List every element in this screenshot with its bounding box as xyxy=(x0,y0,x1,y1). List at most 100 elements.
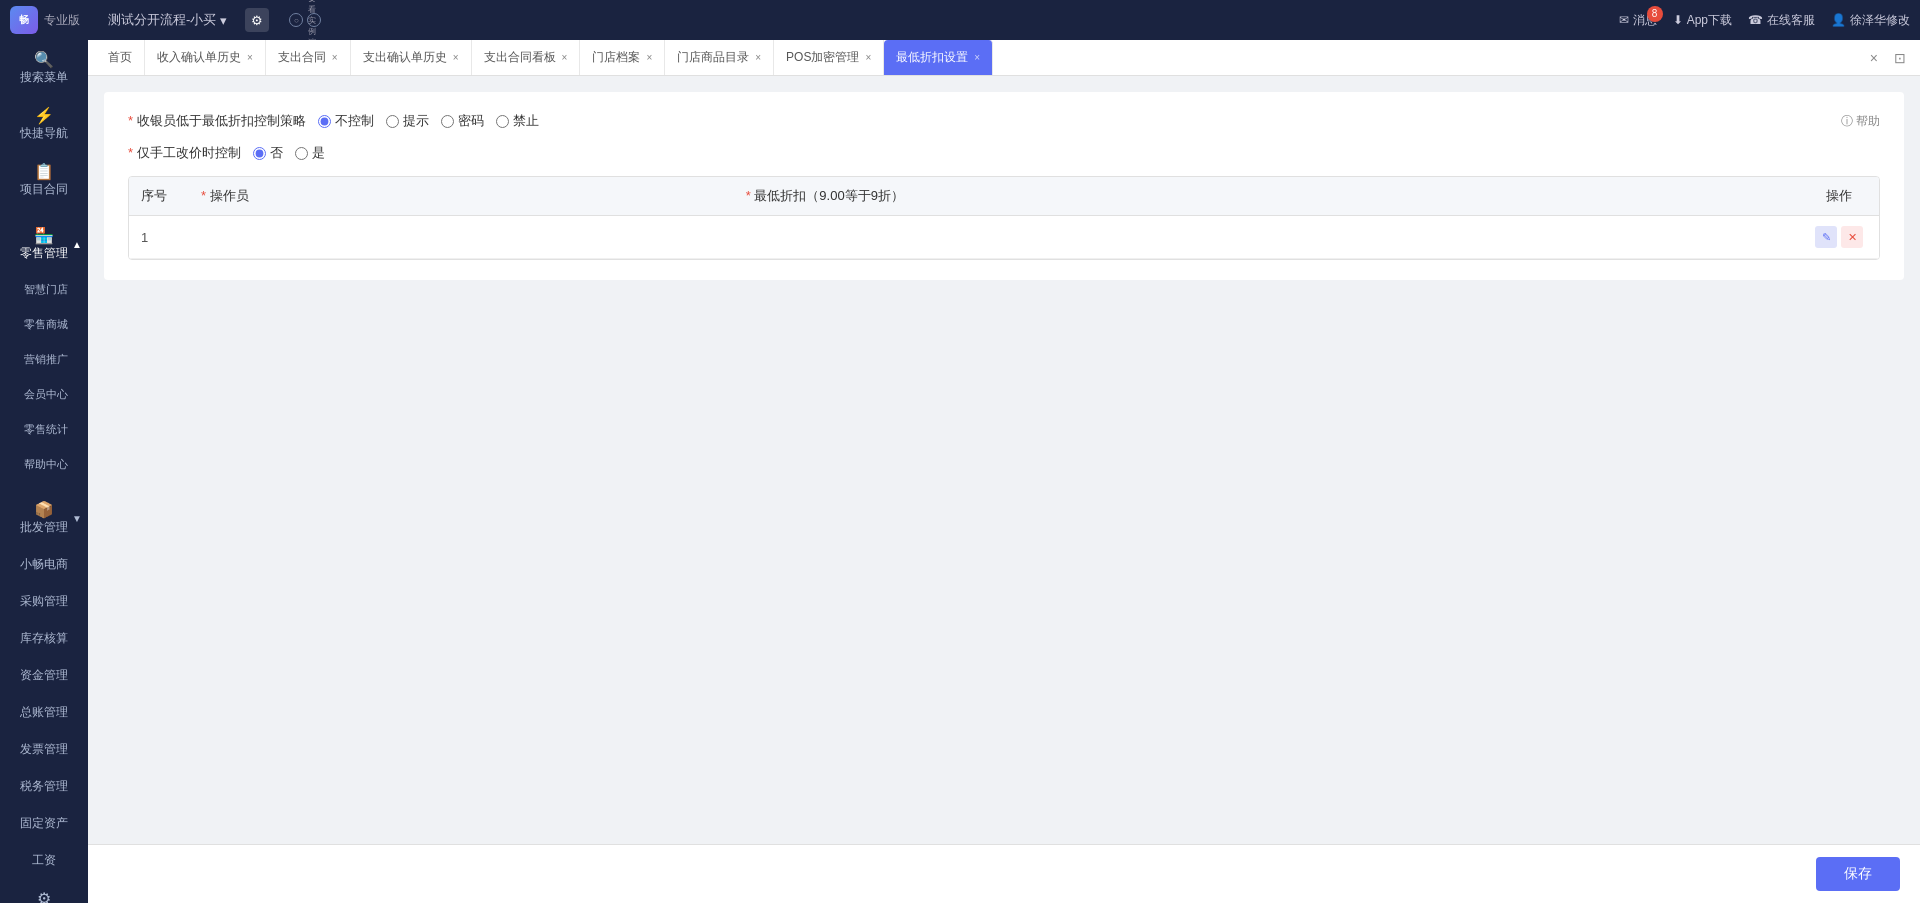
message-badge: 8 xyxy=(1647,6,1663,22)
main-layout: 🔍 搜索菜单 ⚡ 快捷导航 📋 项目合同 🏪 零售管理 ▲ 智慧门店 零售商城 … xyxy=(0,40,1920,903)
sidebar-item-retail-stats[interactable]: 零售统计 xyxy=(0,412,88,447)
tab-close-pay-confirm-history[interactable]: × xyxy=(453,52,459,63)
radio-remind[interactable]: 提示 xyxy=(386,112,429,130)
tab-pos-password[interactable]: POS加密管理 × xyxy=(774,40,884,76)
radio-remind-input[interactable] xyxy=(386,115,399,128)
tab-min-discount[interactable]: 最低折扣设置 × xyxy=(884,40,993,76)
settings-card: 收银员低于最低折扣控制策略 不控制 提示 密码 xyxy=(104,92,1904,280)
sidebar-item-tax[interactable]: 税务管理 xyxy=(0,768,88,805)
row-actions: ✎ ✕ xyxy=(1811,226,1867,248)
tab-pay-contract[interactable]: 支出合同 × xyxy=(266,40,351,76)
page-content: 收银员低于最低折扣控制策略 不控制 提示 密码 xyxy=(88,76,1920,844)
tab-close-store-products[interactable]: × xyxy=(755,52,761,63)
cashier-policy-row: 收银员低于最低折扣控制策略 不控制 提示 密码 xyxy=(128,112,1880,130)
sidebar-item-search[interactable]: 🔍 搜索菜单 xyxy=(0,40,88,96)
col-seq: 序号 xyxy=(129,177,189,215)
radio-forbid-input[interactable] xyxy=(496,115,509,128)
radio-manual-no[interactable]: 否 xyxy=(253,144,283,162)
arrow-icon: ▲ xyxy=(72,239,82,250)
radio-manual-yes[interactable]: 是 xyxy=(295,144,325,162)
sidebar-item-purchase[interactable]: 采购管理 xyxy=(0,583,88,620)
help-button[interactable]: ⓘ 帮助 xyxy=(1841,113,1880,130)
sidebar-item-invoice[interactable]: 发票管理 xyxy=(0,731,88,768)
tab-store-file[interactable]: 门店档案 × xyxy=(580,40,665,76)
service-icon: ☎ xyxy=(1748,13,1763,27)
table-row: 1 ✎ ✕ xyxy=(129,216,1879,259)
search-icon: 🔍 xyxy=(4,50,84,69)
sidebar-item-retail[interactable]: 🏪 零售管理 ▲ xyxy=(0,216,88,272)
col-operator: 操作员 xyxy=(189,177,734,215)
app-version-label: 专业版 xyxy=(44,12,80,29)
manual-price-radio-group: 否 是 xyxy=(253,144,325,162)
radio-manual-yes-input[interactable] xyxy=(295,147,308,160)
tab-store-products[interactable]: 门店商品目录 × xyxy=(665,40,774,76)
user-button[interactable]: 👤 徐泽华修改 xyxy=(1831,12,1910,29)
settings-icon[interactable]: ⚙ xyxy=(245,8,269,32)
tab-home[interactable]: 首页 xyxy=(96,40,145,76)
tab-close-store-file[interactable]: × xyxy=(646,52,652,63)
sidebar-item-marketing[interactable]: 营销推广 xyxy=(0,342,88,377)
tab-income-history[interactable]: 收入确认单历史 × xyxy=(145,40,266,76)
maximize-tab-button[interactable]: ⊡ xyxy=(1888,48,1912,68)
cashier-policy-label: 收银员低于最低折扣控制策略 xyxy=(128,112,306,130)
top-bar-right: ✉ 消息 8 ⬇ App下载 ☎ 在线客服 👤 徐泽华修改 xyxy=(1619,12,1910,29)
row-delete-button[interactable]: ✕ xyxy=(1841,226,1863,248)
sidebar-item-assets[interactable]: 固定资产 xyxy=(0,805,88,842)
demo-link[interactable]: ○ 我要看实例演示 xyxy=(289,13,321,27)
project-selector[interactable]: 测试分开流程-小买 ▾ xyxy=(100,11,235,29)
radio-manual-no-input[interactable] xyxy=(253,147,266,160)
sidebar-item-inventory[interactable]: 库存核算 xyxy=(0,620,88,657)
message-button[interactable]: ✉ 消息 8 xyxy=(1619,12,1657,29)
radio-forbid[interactable]: 禁止 xyxy=(496,112,539,130)
tab-close-income-history[interactable]: × xyxy=(247,52,253,63)
row-edit-button[interactable]: ✎ xyxy=(1815,226,1837,248)
radio-password[interactable]: 密码 xyxy=(441,112,484,130)
cell-min-discount-1 xyxy=(734,227,1799,247)
tab-bar-actions: × ⊡ xyxy=(1864,48,1912,68)
manual-price-label: 仅手工改价时控制 xyxy=(128,144,241,162)
sidebar-item-smart-store[interactable]: 智慧门店 xyxy=(0,272,88,307)
sidebar-item-finance[interactable]: 资金管理 xyxy=(0,657,88,694)
nav-icon: ⚡ xyxy=(4,106,84,125)
radio-none[interactable]: 不控制 xyxy=(318,112,374,130)
sidebar-item-salary[interactable]: 工资 xyxy=(0,842,88,879)
app-logo: 畅 专业版 xyxy=(10,6,90,34)
tab-close-pay-contract[interactable]: × xyxy=(332,52,338,63)
table-header: 序号 操作员 最低折扣（9.00等于9折） 操作 xyxy=(129,177,1879,216)
cell-ops-1: ✎ ✕ xyxy=(1799,216,1879,258)
sidebar-item-ecommerce[interactable]: 小畅电商 xyxy=(0,546,88,583)
tab-pay-confirm-history[interactable]: 支出确认单历史 × xyxy=(351,40,472,76)
download-icon: ⬇ xyxy=(1673,13,1683,27)
save-button[interactable]: 保存 xyxy=(1816,857,1900,891)
radio-password-input[interactable] xyxy=(441,115,454,128)
close-tab-button[interactable]: × xyxy=(1864,48,1884,68)
cashier-policy-radio-group: 不控制 提示 密码 禁止 xyxy=(318,112,539,130)
page-footer: 保存 xyxy=(88,844,1920,903)
radio-none-input[interactable] xyxy=(318,115,331,128)
arrow-down-icon: ▼ xyxy=(72,513,82,524)
app-download-button[interactable]: ⬇ App下载 xyxy=(1673,12,1732,29)
content-area: 首页 收入确认单历史 × 支出合同 × 支出确认单历史 × 支出合同看板 × 门… xyxy=(88,40,1920,903)
sidebar-item-retail-mall[interactable]: 零售商城 xyxy=(0,307,88,342)
settings-gear-button[interactable]: ⚙ xyxy=(27,879,61,903)
tab-close-pay-contract-board[interactable]: × xyxy=(562,52,568,63)
message-icon: ✉ xyxy=(1619,13,1629,27)
sidebar-item-member[interactable]: 会员中心 xyxy=(0,377,88,412)
sidebar-item-project[interactable]: 📋 项目合同 xyxy=(0,152,88,208)
col-ops: 操作 xyxy=(1799,177,1879,215)
online-service-button[interactable]: ☎ 在线客服 xyxy=(1748,12,1815,29)
sidebar-item-wholesale[interactable]: 📦 批发管理 ▼ xyxy=(0,490,88,546)
sidebar-item-quicknav[interactable]: ⚡ 快捷导航 xyxy=(0,96,88,152)
tab-close-pos-password[interactable]: × xyxy=(865,52,871,63)
cell-seq-1: 1 xyxy=(129,220,189,255)
project-icon: 📋 xyxy=(4,162,84,181)
sidebar-item-ledger[interactable]: 总账管理 xyxy=(0,694,88,731)
user-icon: 👤 xyxy=(1831,13,1846,27)
tab-close-min-discount[interactable]: × xyxy=(974,52,980,63)
help-circle-icon: ⓘ xyxy=(1841,113,1853,130)
discount-table: 序号 操作员 最低折扣（9.00等于9折） 操作 1 xyxy=(128,176,1880,260)
sidebar-item-help[interactable]: 帮助中心 xyxy=(0,447,88,482)
demo-circle-icon: ○ xyxy=(289,13,303,27)
tab-bar: 首页 收入确认单历史 × 支出合同 × 支出确认单历史 × 支出合同看板 × 门… xyxy=(88,40,1920,76)
tab-pay-contract-board[interactable]: 支出合同看板 × xyxy=(472,40,581,76)
